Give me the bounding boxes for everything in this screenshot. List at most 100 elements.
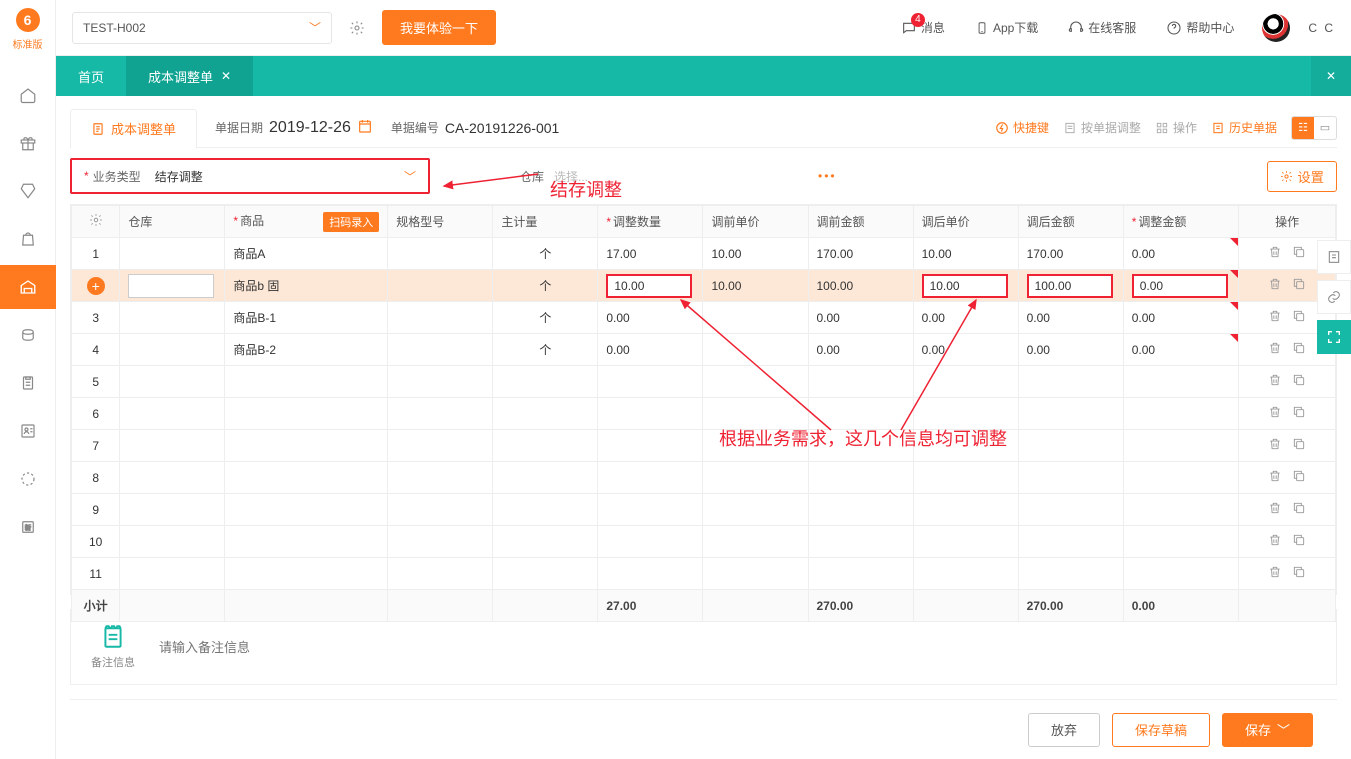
table-row[interactable]: 9 (72, 494, 1336, 526)
nav-clipboard-icon[interactable] (0, 361, 56, 405)
delete-row-icon[interactable] (1268, 437, 1282, 454)
doc-date[interactable]: 2019-12-26 (269, 119, 351, 137)
discard-button[interactable]: 放弃 (1028, 713, 1100, 747)
table-row[interactable]: 3商品B-1个0.000.000.000.000.00 (72, 302, 1336, 334)
nav-home-icon[interactable] (0, 73, 56, 117)
topbar: TEST-H002 ﹀ 我要体验一下 消息 4 App下载 在线客服 帮助中心 … (56, 0, 1351, 56)
copy-row-icon[interactable] (1292, 501, 1306, 518)
chevron-down-icon: ﹀ (309, 19, 321, 36)
copy-row-icon[interactable] (1292, 341, 1306, 358)
svg-text:新: 新 (24, 524, 30, 532)
qty-input[interactable]: 10.00 (606, 274, 692, 298)
adjust-amount-input[interactable]: 0.00 (1132, 274, 1229, 298)
after-amount-input[interactable]: 100.00 (1027, 274, 1113, 298)
table-row[interactable]: 4商品B-2个0.000.000.000.000.00 (72, 334, 1336, 366)
col-settings-icon[interactable] (72, 206, 120, 238)
table-row[interactable]: 1商品A个17.0010.00170.0010.00170.000.00 (72, 238, 1336, 270)
adjustment-table: 仓库 商品扫码录入 规格型号 主计量 调整数量 调前单价 调前金额 调后单价 调… (70, 204, 1337, 595)
footer-actions: 放弃 保存草稿 保存﹀ (70, 699, 1337, 759)
chevron-down-icon: ﹀ (404, 168, 416, 185)
table-row[interactable]: +商品b 固个10.0010.00100.0010.00100.000.00 (72, 270, 1336, 302)
nav-new-icon[interactable]: 新 (0, 505, 56, 549)
table-row[interactable]: 10 (72, 526, 1336, 558)
expand-panel-icon[interactable] (1317, 320, 1351, 354)
nav-sync-icon[interactable] (0, 457, 56, 501)
tab-cost-adjust[interactable]: 成本调整单 ✕ (126, 56, 253, 96)
table-row[interactable]: 11 (72, 558, 1336, 590)
table-row[interactable]: 8 (72, 462, 1336, 494)
delete-row-icon[interactable] (1268, 405, 1282, 422)
table-row[interactable]: 7 (72, 430, 1336, 462)
delete-row-icon[interactable] (1268, 277, 1282, 294)
delete-row-icon[interactable] (1268, 373, 1282, 390)
delete-row-icon[interactable] (1268, 565, 1282, 582)
company-name: TEST-H002 (83, 21, 146, 35)
delete-row-icon[interactable] (1268, 533, 1282, 550)
nav-diamond-icon[interactable] (0, 169, 56, 213)
copy-row-icon[interactable] (1292, 373, 1306, 390)
nav-contact-icon[interactable] (0, 409, 56, 453)
chevron-down-icon: ﹀ (1277, 720, 1290, 739)
copy-row-icon[interactable] (1292, 245, 1306, 262)
company-select[interactable]: TEST-H002 ﹀ (72, 12, 332, 44)
copy-row-icon[interactable] (1292, 405, 1306, 422)
table-header-row: 仓库 商品扫码录入 规格型号 主计量 调整数量 调前单价 调前金额 调后单价 调… (72, 206, 1336, 238)
gear-icon[interactable] (342, 13, 372, 43)
close-all-tabs-icon[interactable]: ✕ (1311, 56, 1351, 96)
trial-button[interactable]: 我要体验一下 (382, 10, 496, 45)
by-doc-adjust-link[interactable]: 按单据调整 (1063, 119, 1141, 136)
doc-no: CA-20191226-001 (445, 120, 559, 136)
save-button[interactable]: 保存﹀ (1222, 713, 1313, 747)
copy-row-icon[interactable] (1292, 469, 1306, 486)
calendar-icon[interactable] (357, 118, 373, 137)
app-download-link[interactable]: App下载 (975, 19, 1038, 36)
after-unitprice-input[interactable]: 10.00 (922, 274, 1008, 298)
scan-input-button[interactable]: 扫码录入 (323, 212, 379, 232)
copy-row-icon[interactable] (1292, 277, 1306, 294)
save-draft-button[interactable]: 保存草稿 (1112, 713, 1210, 747)
delete-row-icon[interactable] (1268, 245, 1282, 262)
nav-gift-icon[interactable] (0, 121, 56, 165)
subtotal-row: 小计 27.00 270.00 270.00 0.00 (72, 590, 1336, 622)
copy-row-icon[interactable] (1292, 309, 1306, 326)
copy-row-icon[interactable] (1292, 565, 1306, 582)
warehouse-input[interactable] (128, 274, 214, 298)
delete-row-icon[interactable] (1268, 309, 1282, 326)
operations-link[interactable]: 操作 (1155, 119, 1197, 136)
delete-row-icon[interactable] (1268, 341, 1282, 358)
customer-service-link[interactable]: 在线客服 (1068, 19, 1136, 36)
brand-logo: 6 (16, 8, 40, 32)
business-type-select[interactable]: * 业务类型 结存调整 ﹀ (70, 158, 430, 194)
messages-badge: 4 (911, 13, 925, 27)
avatar[interactable] (1262, 14, 1290, 42)
note-panel-icon[interactable] (1317, 240, 1351, 274)
history-link[interactable]: 历史单据 (1211, 119, 1277, 136)
filter-row: * 业务类型 结存调整 ﹀ 仓库 选择... ••• 设置 结存调整 (70, 148, 1337, 204)
help-link[interactable]: 帮助中心 (1166, 19, 1234, 36)
shortcut-link[interactable]: 快捷键 (995, 119, 1049, 136)
view-toggle[interactable]: ☷ ▭ (1291, 116, 1337, 140)
copy-row-icon[interactable] (1292, 533, 1306, 550)
table-row[interactable]: 6 (72, 398, 1336, 430)
copy-row-icon[interactable] (1292, 437, 1306, 454)
nav-warehouse-icon[interactable] (0, 265, 56, 309)
user-name: C C (1308, 21, 1335, 35)
table-row[interactable]: 5 (72, 366, 1336, 398)
nav-money-icon[interactable] (0, 313, 56, 357)
doc-type-tab[interactable]: 成本调整单 (70, 109, 197, 149)
notes-input[interactable] (159, 640, 1316, 655)
messages-link[interactable]: 消息 4 (901, 19, 945, 36)
tab-home[interactable]: 首页 (56, 56, 126, 96)
view-detail-icon[interactable]: ☷ (1292, 117, 1314, 139)
close-tab-icon[interactable]: ✕ (221, 69, 231, 83)
warehouse-filter[interactable]: 仓库 选择... (520, 168, 588, 185)
add-row-icon[interactable]: + (87, 277, 105, 295)
view-compact-icon[interactable]: ▭ (1314, 117, 1336, 139)
document-header: 成本调整单 单据日期 2019-12-26 单据编号 CA-20191226-0… (70, 108, 1337, 148)
delete-row-icon[interactable] (1268, 469, 1282, 486)
delete-row-icon[interactable] (1268, 501, 1282, 518)
nav-bag-icon[interactable] (0, 217, 56, 261)
link-panel-icon[interactable] (1317, 280, 1351, 314)
settings-button[interactable]: 设置 (1267, 161, 1337, 192)
more-filters-icon[interactable]: ••• (818, 169, 837, 183)
